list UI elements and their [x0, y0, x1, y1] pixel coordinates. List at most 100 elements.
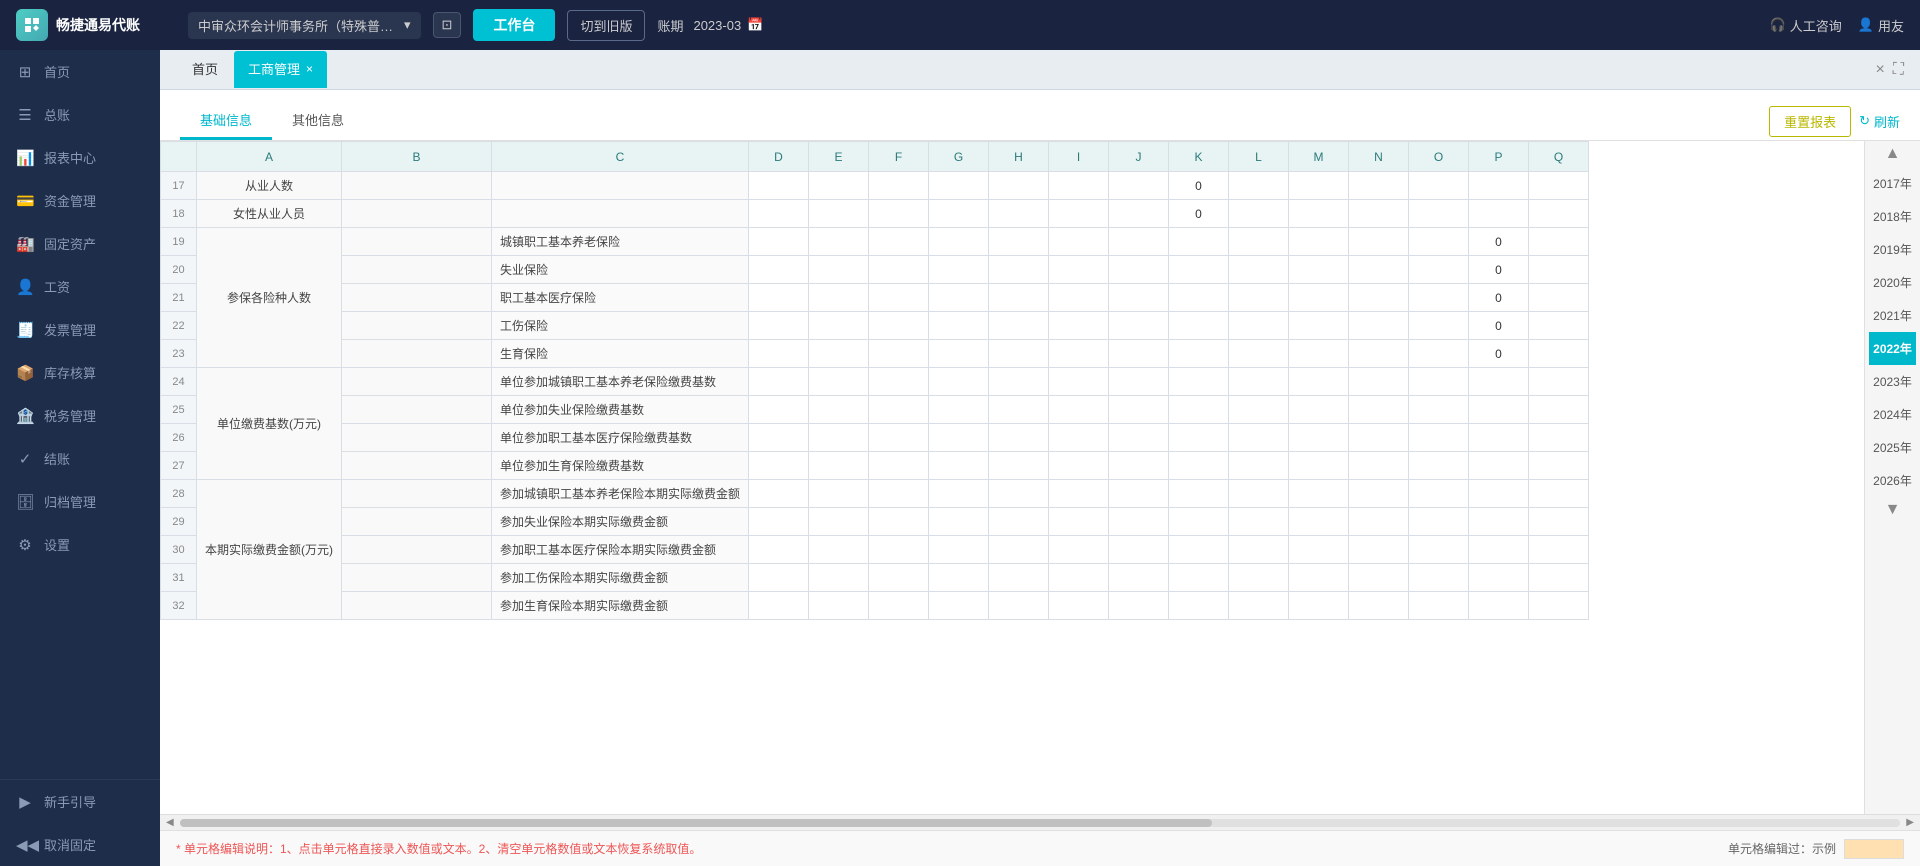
col-m-cell[interactable]: [1289, 592, 1349, 620]
col-l-cell[interactable]: [1229, 228, 1289, 256]
data-cell[interactable]: [989, 592, 1049, 620]
col-n-cell[interactable]: [1349, 508, 1409, 536]
col-c-cell[interactable]: 参加失业保险本期实际缴费金额: [492, 508, 749, 536]
data-cell[interactable]: [749, 396, 809, 424]
col-q-cell[interactable]: [1529, 256, 1589, 284]
col-n-cell[interactable]: [1349, 564, 1409, 592]
expand-tab-button[interactable]: ⛶: [1893, 61, 1904, 79]
data-cell[interactable]: [749, 536, 809, 564]
sidebar-item-assets[interactable]: 🏭 固定资产: [0, 222, 160, 265]
col-c-cell[interactable]: 单位参加失业保险缴费基数: [492, 396, 749, 424]
col-c-cell[interactable]: 职工基本医疗保险: [492, 284, 749, 312]
col-m-cell[interactable]: [1289, 368, 1349, 396]
col-n-cell[interactable]: [1349, 368, 1409, 396]
year-item[interactable]: 2019年: [1869, 233, 1916, 266]
col-b-cell[interactable]: [342, 508, 492, 536]
data-cell[interactable]: [929, 200, 989, 228]
col-q-cell[interactable]: [1529, 452, 1589, 480]
col-q-cell[interactable]: [1529, 508, 1589, 536]
col-l-cell[interactable]: [1229, 480, 1289, 508]
col-b-cell[interactable]: [342, 368, 492, 396]
sidebar-item-close[interactable]: ✓ 结账: [0, 437, 160, 480]
data-cell[interactable]: [929, 592, 989, 620]
year-item[interactable]: 2023年: [1869, 365, 1916, 398]
col-m-cell[interactable]: [1289, 452, 1349, 480]
sidebar-item-reports[interactable]: 📊 报表中心: [0, 136, 160, 179]
data-cell[interactable]: [1109, 424, 1169, 452]
col-m-cell[interactable]: [1289, 424, 1349, 452]
sidebar-item-unpin[interactable]: ◀◀ 取消固定: [0, 823, 160, 866]
data-cell[interactable]: [869, 228, 929, 256]
col-n-cell[interactable]: [1349, 396, 1409, 424]
data-cell[interactable]: [809, 172, 869, 200]
data-cell[interactable]: [989, 172, 1049, 200]
col-a-cell[interactable]: 单位缴费基数(万元): [197, 368, 342, 480]
col-p-cell[interactable]: [1469, 424, 1529, 452]
data-cell[interactable]: [809, 284, 869, 312]
sidebar-item-home[interactable]: ⊞ 首页: [0, 50, 160, 93]
data-cell[interactable]: [1109, 312, 1169, 340]
data-cell[interactable]: [749, 480, 809, 508]
col-o-cell[interactable]: [1409, 368, 1469, 396]
col-q-cell[interactable]: [1529, 368, 1589, 396]
data-cell[interactable]: [929, 284, 989, 312]
data-cell[interactable]: [1049, 312, 1109, 340]
data-cell[interactable]: [1049, 480, 1109, 508]
col-l-cell[interactable]: [1229, 536, 1289, 564]
col-o-cell[interactable]: [1409, 172, 1469, 200]
data-cell[interactable]: [1049, 396, 1109, 424]
col-k-cell[interactable]: [1169, 368, 1229, 396]
col-o-cell[interactable]: [1409, 536, 1469, 564]
year-item[interactable]: 2018年: [1869, 200, 1916, 233]
col-p-cell[interactable]: [1469, 536, 1529, 564]
col-k-cell[interactable]: [1169, 256, 1229, 284]
col-b-cell[interactable]: [342, 480, 492, 508]
table-row[interactable]: 30参加职工基本医疗保险本期实际缴费金额: [161, 536, 1589, 564]
data-cell[interactable]: [929, 396, 989, 424]
col-p-cell[interactable]: [1469, 592, 1529, 620]
data-cell[interactable]: [1049, 424, 1109, 452]
col-l-cell[interactable]: [1229, 396, 1289, 424]
col-n-cell[interactable]: [1349, 256, 1409, 284]
col-b-cell[interactable]: [342, 200, 492, 228]
col-n-cell[interactable]: [1349, 284, 1409, 312]
data-cell[interactable]: [989, 564, 1049, 592]
col-p-cell[interactable]: [1469, 508, 1529, 536]
data-cell[interactable]: [989, 312, 1049, 340]
col-o-cell[interactable]: [1409, 340, 1469, 368]
table-row[interactable]: 21职工基本医疗保险0: [161, 284, 1589, 312]
col-l-cell[interactable]: [1229, 172, 1289, 200]
col-k-cell[interactable]: [1169, 564, 1229, 592]
data-cell[interactable]: [749, 592, 809, 620]
col-o-cell[interactable]: [1409, 592, 1469, 620]
data-cell[interactable]: [1109, 200, 1169, 228]
col-n-cell[interactable]: [1349, 452, 1409, 480]
data-cell[interactable]: [929, 508, 989, 536]
col-b-cell[interactable]: [342, 592, 492, 620]
col-o-cell[interactable]: [1409, 424, 1469, 452]
col-m-cell[interactable]: [1289, 172, 1349, 200]
col-m-cell[interactable]: [1289, 256, 1349, 284]
sidebar-item-capital[interactable]: 💳 资金管理: [0, 179, 160, 222]
company-selector[interactable]: 中审众环会计师事务所（特殊普通合伙... ▾: [188, 12, 421, 39]
col-l-cell[interactable]: [1229, 312, 1289, 340]
col-b-cell[interactable]: [342, 228, 492, 256]
col-k-cell[interactable]: [1169, 340, 1229, 368]
col-c-cell[interactable]: [492, 200, 749, 228]
col-c-cell[interactable]: 工伤保险: [492, 312, 749, 340]
col-c-cell[interactable]: 参加生育保险本期实际缴费金额: [492, 592, 749, 620]
col-c-cell[interactable]: 单位参加职工基本医疗保险缴费基数: [492, 424, 749, 452]
col-a-cell[interactable]: 参保各险种人数: [197, 228, 342, 368]
col-m-cell[interactable]: [1289, 480, 1349, 508]
col-l-cell[interactable]: [1229, 340, 1289, 368]
data-cell[interactable]: [749, 452, 809, 480]
col-q-cell[interactable]: [1529, 284, 1589, 312]
data-cell[interactable]: [869, 536, 929, 564]
col-o-cell[interactable]: [1409, 228, 1469, 256]
col-p-cell[interactable]: [1469, 452, 1529, 480]
col-q-cell[interactable]: [1529, 592, 1589, 620]
data-cell[interactable]: [929, 452, 989, 480]
reset-report-button[interactable]: 重置报表: [1769, 106, 1851, 137]
data-cell[interactable]: [929, 256, 989, 284]
data-cell[interactable]: [989, 480, 1049, 508]
